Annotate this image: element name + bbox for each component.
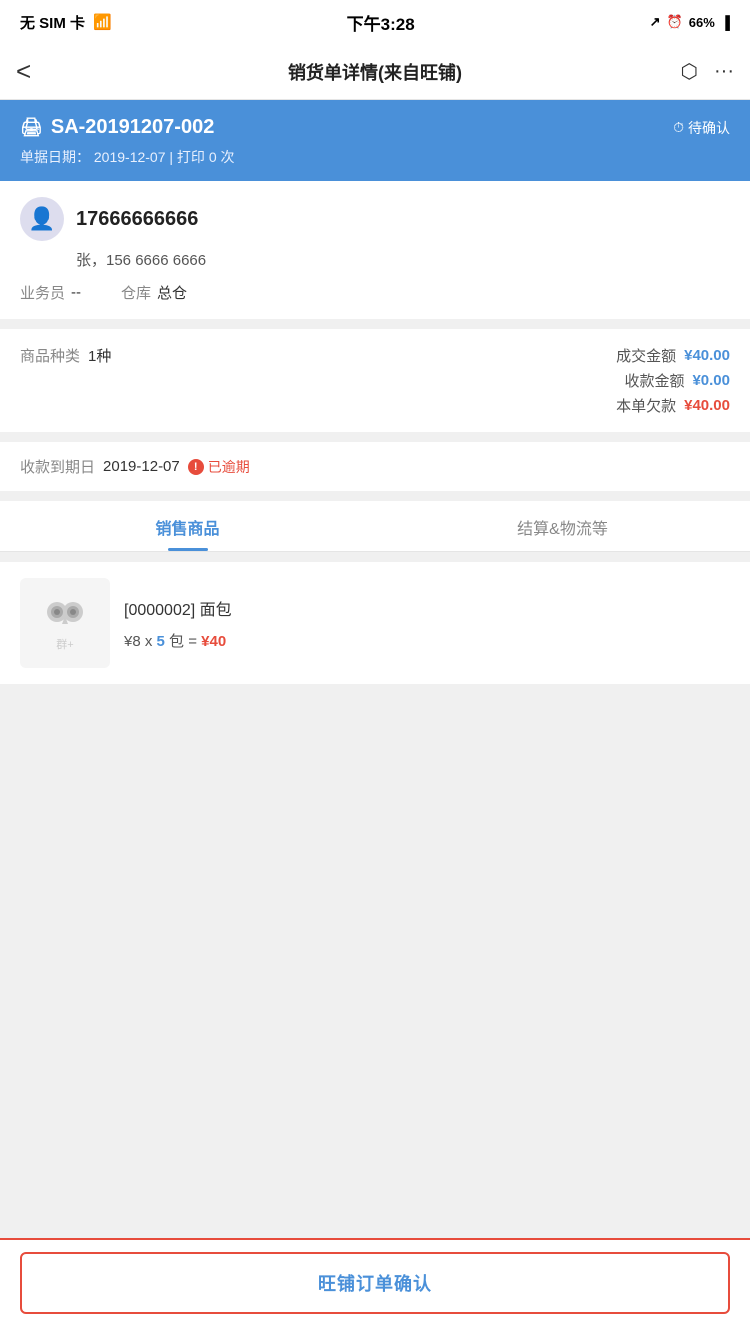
warehouse-label: 仓库 bbox=[121, 282, 151, 303]
tab-sales-products[interactable]: 销售商品 bbox=[0, 501, 375, 551]
customer-phone: 17666666666 bbox=[76, 208, 198, 231]
sales-rep-label: 业务员 bbox=[20, 282, 65, 303]
due-date-section: 收款到期日 2019-12-07 ! 已逾期 bbox=[0, 442, 750, 491]
tabs-row: 销售商品 结算&物流等 bbox=[0, 501, 750, 551]
status-carrier: 无 SIM 卡 📶 bbox=[20, 12, 112, 33]
owed-label: 本单欠款 bbox=[616, 395, 676, 416]
product-price: ¥8 bbox=[124, 633, 141, 650]
tabs-section: 销售商品 结算&物流等 bbox=[0, 501, 750, 552]
product-image: 群+ bbox=[20, 578, 110, 668]
tab-active-indicator bbox=[168, 548, 208, 551]
due-date-label: 收款到期日 bbox=[20, 456, 95, 477]
status-bar: 无 SIM 卡 📶 下午3:28 ↗ ⏰ 66% ▐ bbox=[0, 0, 750, 44]
tab-settlement-label: 结算&物流等 bbox=[517, 521, 608, 538]
date-label: 单据日期： bbox=[20, 149, 90, 165]
summary-section: 商品种类 1种 成交金额 ¥40.00 收款金额 ¥0.00 本单欠款 ¥40.… bbox=[0, 329, 750, 432]
battery-text: 66% bbox=[689, 15, 715, 30]
order-status: ⏱ 待确认 bbox=[673, 118, 730, 138]
avatar: 👤 bbox=[20, 197, 64, 241]
customer-phone-row: 👤 17666666666 bbox=[20, 197, 730, 241]
overdue-icon: ! bbox=[188, 459, 204, 475]
amount-value: ¥40.00 bbox=[684, 347, 730, 364]
received-value: ¥0.00 bbox=[692, 372, 730, 389]
product-unit: 包 bbox=[169, 633, 184, 650]
order-status-text: 待确认 bbox=[688, 118, 730, 138]
customer-meta: 业务员 -- 仓库 总仓 bbox=[20, 282, 730, 303]
product-type-value: 1种 bbox=[88, 345, 111, 366]
battery-icon: ▐ bbox=[721, 15, 730, 30]
wifi-icon: 📶 bbox=[93, 13, 112, 31]
warehouse-item: 仓库 总仓 bbox=[121, 282, 187, 303]
equals-sign: = bbox=[188, 633, 201, 650]
sales-rep-value: -- bbox=[71, 284, 81, 301]
product-info: [0000002] 面包 ¥8 x 5 包 = ¥40 bbox=[124, 596, 730, 651]
received-row: 收款金额 ¥0.00 bbox=[624, 370, 730, 391]
product-type-label: 商品种类 bbox=[20, 345, 80, 366]
share-icon[interactable]: ⬡ bbox=[681, 59, 698, 84]
content-spacer bbox=[0, 684, 750, 884]
tab-sales-products-label: 销售商品 bbox=[155, 521, 219, 538]
clock-icon: ⏱ bbox=[673, 119, 684, 136]
more-icon[interactable]: ··· bbox=[714, 60, 734, 83]
header-top-row: 🖨 SA-20191207-002 ⏱ 待确认 bbox=[20, 116, 730, 139]
nav-actions: ⬡ ··· bbox=[681, 59, 734, 84]
status-time: 下午3:28 bbox=[347, 10, 415, 35]
confirm-order-button[interactable]: 旺铺订单确认 bbox=[20, 1252, 730, 1314]
received-label: 收款金额 bbox=[624, 370, 684, 391]
customer-name: 张，156 6666 6666 bbox=[20, 249, 730, 270]
bottom-bar: 旺铺订单确认 bbox=[0, 1238, 750, 1334]
product-quantity: 5 bbox=[157, 633, 165, 650]
multiply-sign: x bbox=[145, 633, 157, 650]
product-logo-svg bbox=[40, 594, 90, 634]
amount-row: 成交金额 ¥40.00 bbox=[616, 345, 730, 366]
back-button[interactable]: < bbox=[8, 48, 39, 95]
owed-value: ¥40.00 bbox=[684, 397, 730, 414]
order-icon: 🖨 bbox=[20, 117, 43, 138]
carrier-text: 无 SIM 卡 bbox=[20, 12, 85, 33]
alarm-icon: ⏰ bbox=[667, 14, 683, 30]
order-number: 🖨 SA-20191207-002 bbox=[20, 116, 214, 139]
tab-settlement-logistics[interactable]: 结算&物流等 bbox=[375, 501, 750, 551]
product-price-row: ¥8 x 5 包 = ¥40 bbox=[124, 630, 730, 651]
location-icon: ↗ bbox=[650, 14, 661, 30]
products-section: 群+ [0000002] 面包 ¥8 x 5 包 = ¥40 bbox=[0, 562, 750, 684]
order-date-info: 单据日期： 2019-12-07 | 打印 0 次 bbox=[20, 147, 730, 167]
product-logo-text: 群+ bbox=[56, 636, 73, 652]
order-number-text: SA-20191207-002 bbox=[51, 116, 214, 139]
status-right: ↗ ⏰ 66% ▐ bbox=[650, 14, 730, 30]
product-total: ¥40 bbox=[201, 633, 226, 650]
nav-bar: < 销货单详情(来自旺铺) ⬡ ··· bbox=[0, 44, 750, 100]
owed-row: 本单欠款 ¥40.00 bbox=[616, 395, 730, 416]
product-item: 群+ [0000002] 面包 ¥8 x 5 包 = ¥40 bbox=[0, 562, 750, 684]
customer-section: 👤 17666666666 张，156 6666 6666 业务员 -- 仓库 … bbox=[0, 181, 750, 319]
order-date: 2019-12-07 bbox=[94, 149, 166, 165]
sales-rep-item: 业务员 -- bbox=[20, 282, 81, 303]
print-info: | 打印 0 次 bbox=[169, 149, 234, 165]
product-type-item: 商品种类 1种 bbox=[20, 345, 111, 366]
due-date-value: 2019-12-07 bbox=[103, 458, 180, 475]
warehouse-value: 总仓 bbox=[157, 282, 187, 303]
page-title: 销货单详情(来自旺铺) bbox=[288, 59, 462, 85]
order-header-card: 🖨 SA-20191207-002 ⏱ 待确认 单据日期： 2019-12-07… bbox=[0, 100, 750, 181]
product-name: [0000002] 面包 bbox=[124, 596, 730, 620]
product-code: [0000002] bbox=[124, 602, 195, 619]
product-logo: 群+ bbox=[40, 594, 90, 652]
overdue-badge: ! 已逾期 bbox=[188, 457, 250, 477]
product-name-text: 面包 bbox=[200, 602, 232, 619]
avatar-icon: 👤 bbox=[28, 206, 55, 232]
summary-left: 商品种类 1种 bbox=[20, 345, 111, 366]
summary-right: 成交金额 ¥40.00 收款金额 ¥0.00 本单欠款 ¥40.00 bbox=[616, 345, 730, 416]
amount-label: 成交金额 bbox=[616, 345, 676, 366]
overdue-text: 已逾期 bbox=[208, 457, 250, 477]
